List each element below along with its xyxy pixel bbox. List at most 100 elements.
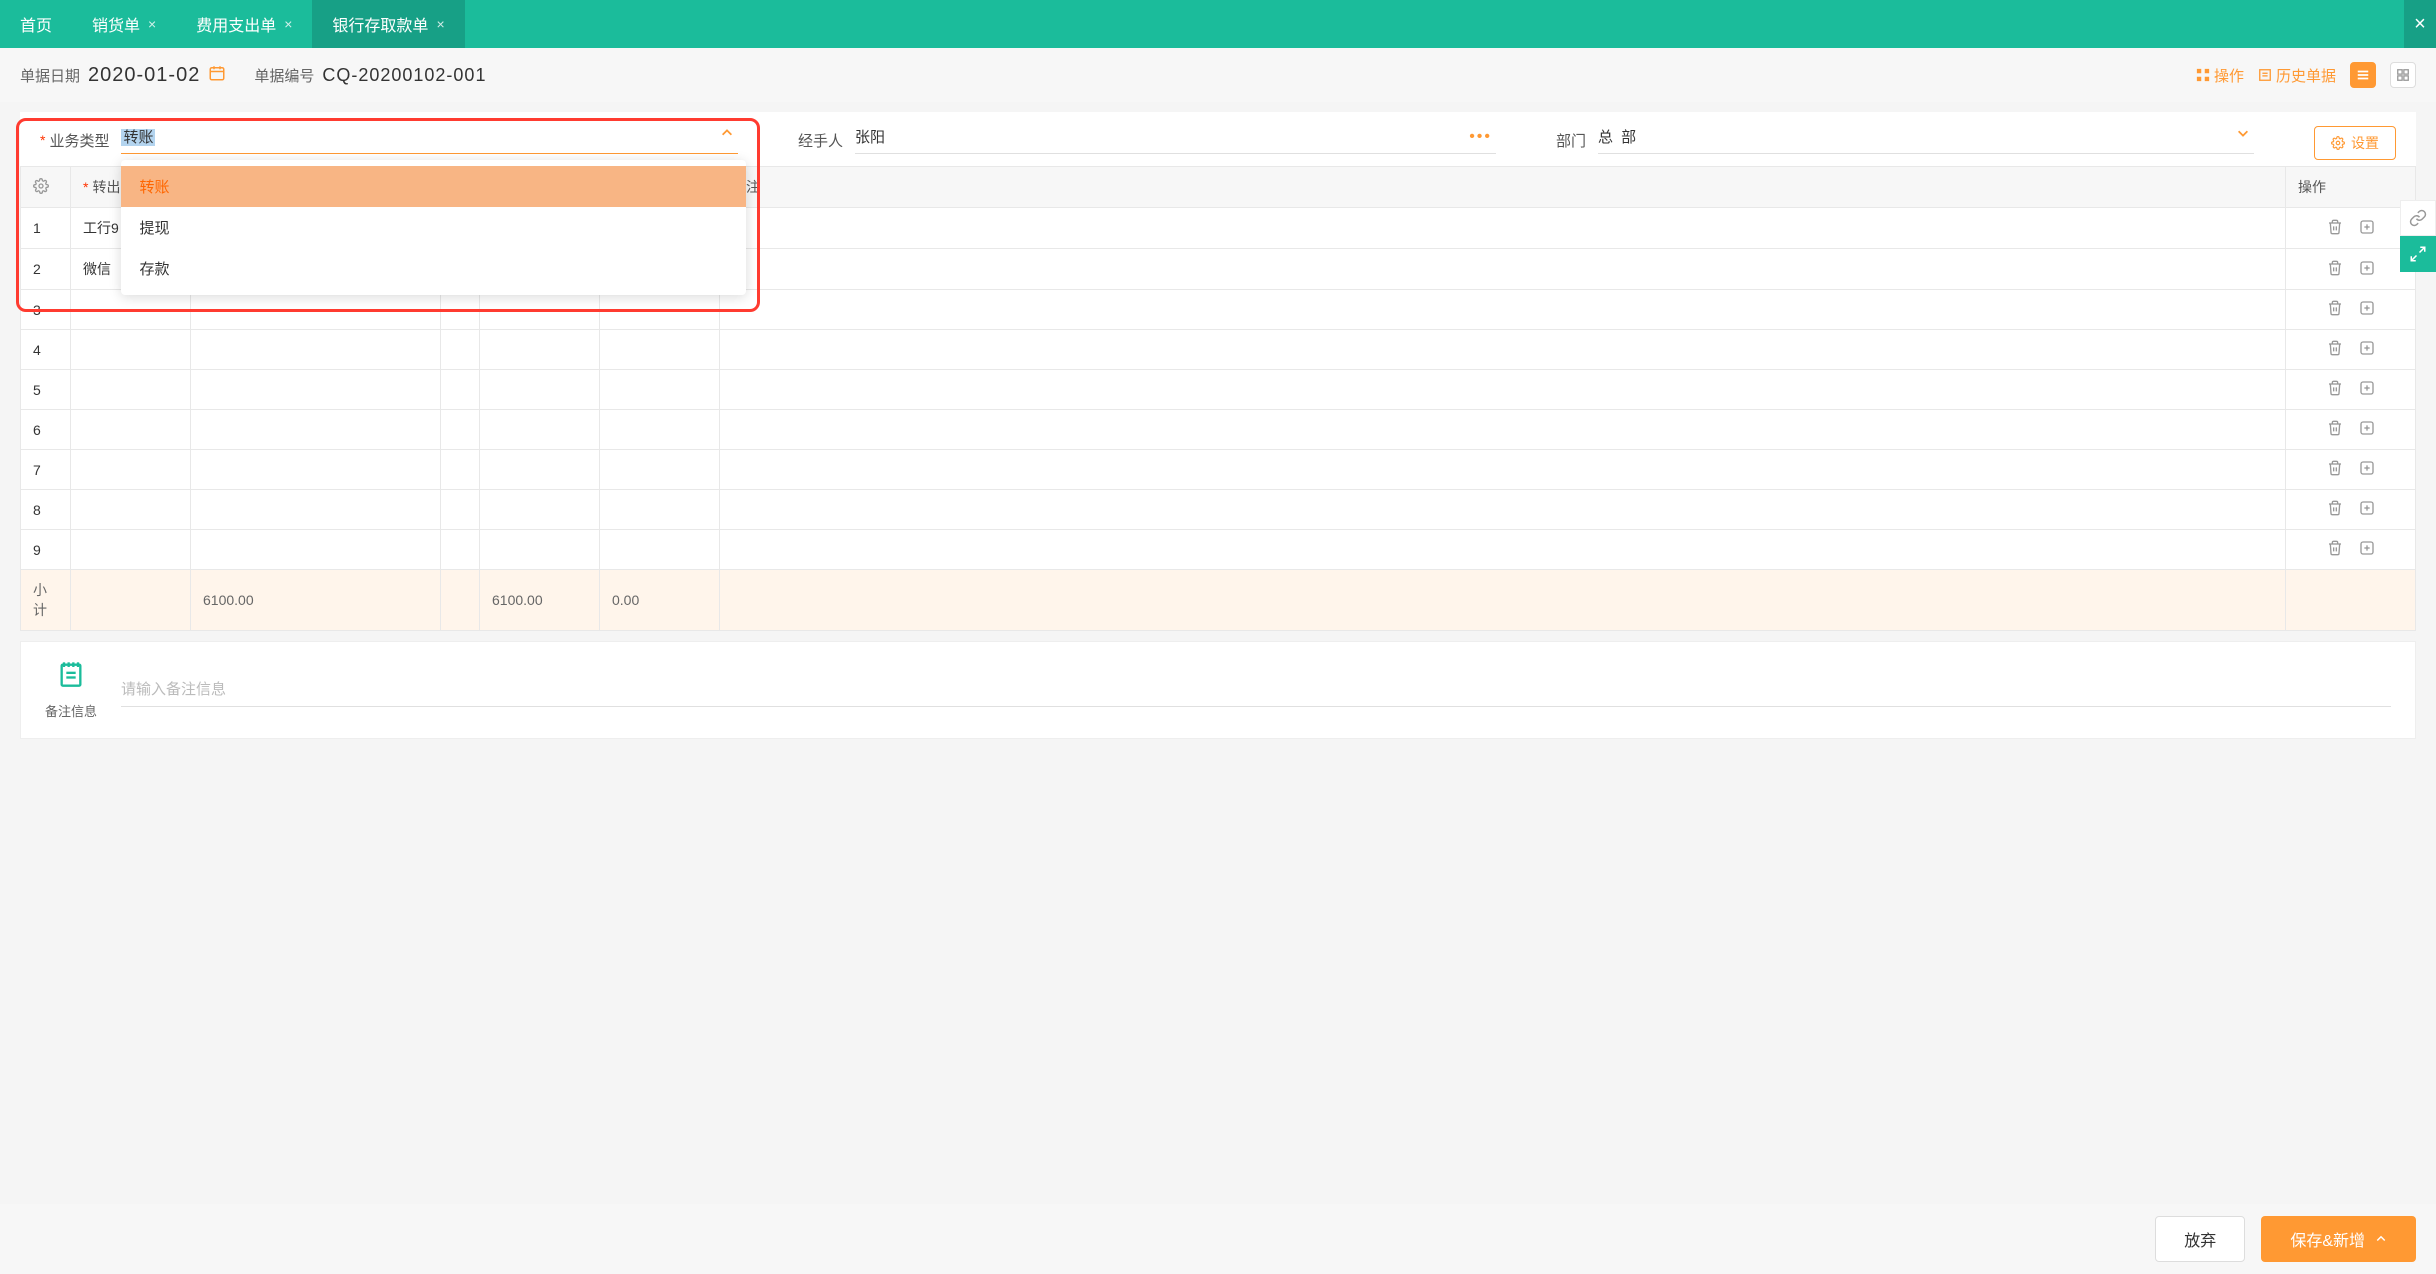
tab-sales[interactable]: 销货单× [72, 0, 176, 48]
cell-fee[interactable] [600, 410, 720, 450]
add-row-button[interactable] [2359, 540, 2375, 559]
table-row[interactable]: 7 [21, 450, 2416, 490]
add-row-button[interactable] [2359, 460, 2375, 479]
cell-fee[interactable] [600, 330, 720, 370]
add-row-button[interactable] [2359, 380, 2375, 399]
cell-out-account[interactable] [71, 450, 191, 490]
calendar-icon[interactable] [208, 64, 226, 87]
expand-button[interactable] [2400, 236, 2436, 272]
table-row[interactable]: 9 [21, 530, 2416, 570]
subtotal-in-amount: 6100.00 [480, 570, 600, 631]
close-icon[interactable]: × [436, 16, 444, 32]
cell-out-amount[interactable] [191, 290, 441, 330]
cell-in-account[interactable] [441, 530, 480, 570]
cell-out-amount[interactable] [191, 450, 441, 490]
column-config[interactable] [21, 167, 71, 208]
cell-fee[interactable] [600, 290, 720, 330]
dropdown-item-withdraw[interactable]: 提现 [121, 207, 746, 248]
tab-home[interactable]: 首页 [0, 0, 72, 48]
cell-in-amount[interactable] [480, 530, 600, 570]
delete-row-button[interactable] [2327, 500, 2343, 519]
dept-select[interactable]: 总 部 [1598, 126, 2254, 154]
cell-remark[interactable] [720, 370, 2286, 410]
delete-row-button[interactable] [2327, 380, 2343, 399]
cell-in-amount[interactable] [480, 370, 600, 410]
cell-in-account[interactable] [441, 410, 480, 450]
table-row[interactable]: 6 [21, 410, 2416, 450]
table-row[interactable]: 8 [21, 490, 2416, 530]
cell-remark[interactable] [720, 249, 2286, 290]
delete-row-button[interactable] [2327, 260, 2343, 279]
cell-out-amount[interactable] [191, 370, 441, 410]
cancel-button[interactable]: 放弃 [2155, 1216, 2245, 1262]
cell-in-amount[interactable] [480, 490, 600, 530]
cell-out-account[interactable] [71, 490, 191, 530]
history-button[interactable]: 历史单据 [2258, 65, 2336, 86]
tab-expense[interactable]: 费用支出单× [176, 0, 312, 48]
add-row-button[interactable] [2359, 219, 2375, 238]
cell-remark[interactable] [720, 330, 2286, 370]
cell-out-account[interactable] [71, 530, 191, 570]
cell-in-amount[interactable] [480, 290, 600, 330]
tab-bank-transfer[interactable]: 银行存取款单× [312, 0, 464, 48]
cell-remark[interactable] [720, 208, 2286, 249]
close-icon[interactable]: × [148, 16, 156, 32]
cell-out-amount[interactable] [191, 330, 441, 370]
cell-in-amount[interactable] [480, 410, 600, 450]
delete-row-button[interactable] [2327, 420, 2343, 439]
delete-row-button[interactable] [2327, 340, 2343, 359]
business-type-select[interactable]: 转账 转账 提现 存款 [121, 126, 738, 154]
table-row[interactable]: 4 [21, 330, 2416, 370]
view-list-button[interactable] [2350, 62, 2376, 88]
cell-out-account[interactable] [71, 330, 191, 370]
cell-out-account[interactable] [71, 410, 191, 450]
cell-remark[interactable] [720, 450, 2286, 490]
delete-row-button[interactable] [2327, 219, 2343, 238]
cell-remark[interactable] [720, 490, 2286, 530]
add-row-button[interactable] [2359, 420, 2375, 439]
view-grid-button[interactable] [2390, 62, 2416, 88]
cell-in-amount[interactable] [480, 450, 600, 490]
cell-in-account[interactable] [441, 330, 480, 370]
ops-button[interactable]: 操作 [2196, 65, 2244, 86]
cell-in-account[interactable] [441, 450, 480, 490]
remark-input[interactable] [121, 673, 2391, 707]
attachment-button[interactable] [2400, 200, 2436, 236]
table-row[interactable]: 5 [21, 370, 2416, 410]
close-panel-button[interactable]: × [2404, 0, 2436, 48]
cell-fee[interactable] [600, 530, 720, 570]
close-icon[interactable]: × [284, 16, 292, 32]
add-row-button[interactable] [2359, 500, 2375, 519]
table-row[interactable]: 3 [21, 290, 2416, 330]
delete-row-button[interactable] [2327, 300, 2343, 319]
cell-out-amount[interactable] [191, 490, 441, 530]
handler-select[interactable]: 张阳 ••• [855, 126, 1496, 154]
cell-in-account[interactable] [441, 490, 480, 530]
cell-out-account[interactable] [71, 290, 191, 330]
cell-fee[interactable] [600, 490, 720, 530]
add-row-button[interactable] [2359, 340, 2375, 359]
delete-row-button[interactable] [2327, 540, 2343, 559]
cell-remark[interactable] [720, 410, 2286, 450]
date-value[interactable]: 2020-01-02 [88, 64, 200, 87]
cell-in-amount[interactable] [480, 330, 600, 370]
row-index: 4 [21, 330, 71, 370]
dropdown-item-transfer[interactable]: 转账 [121, 166, 746, 207]
add-row-button[interactable] [2359, 260, 2375, 279]
gear-icon [2331, 136, 2345, 150]
delete-row-button[interactable] [2327, 460, 2343, 479]
row-index: 9 [21, 530, 71, 570]
cell-out-account[interactable] [71, 370, 191, 410]
save-and-new-button[interactable]: 保存&新增 [2261, 1216, 2416, 1262]
cell-fee[interactable] [600, 370, 720, 410]
cell-in-account[interactable] [441, 370, 480, 410]
cell-out-amount[interactable] [191, 410, 441, 450]
cell-remark[interactable] [720, 290, 2286, 330]
cell-out-amount[interactable] [191, 530, 441, 570]
settings-button[interactable]: 设置 [2314, 126, 2396, 160]
cell-in-account[interactable] [441, 290, 480, 330]
add-row-button[interactable] [2359, 300, 2375, 319]
cell-remark[interactable] [720, 530, 2286, 570]
dropdown-item-deposit[interactable]: 存款 [121, 248, 746, 289]
cell-fee[interactable] [600, 450, 720, 490]
